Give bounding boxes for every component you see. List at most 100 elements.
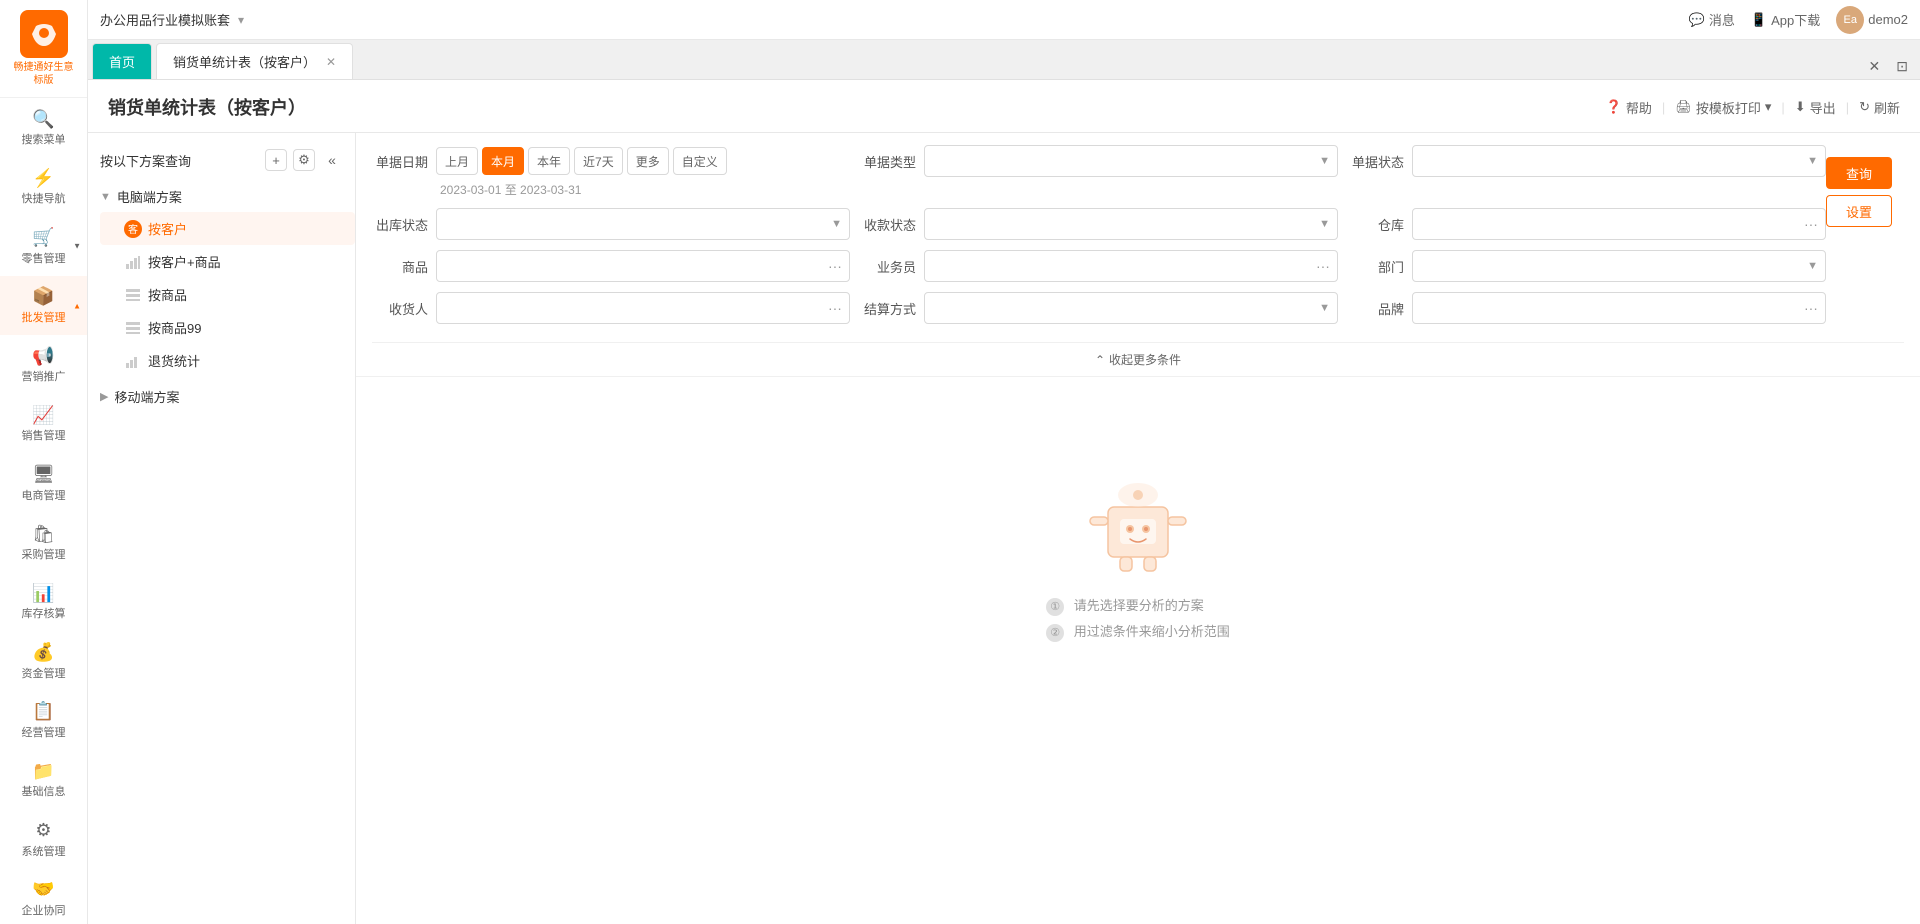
- template-print-label: 按模板打印: [1696, 98, 1761, 117]
- sidebar-item-search[interactable]: 🔍 搜索菜单: [0, 98, 87, 157]
- page-content: 销货单统计表（按客户） ❓ 帮助 | 🖨 按模板打印 ▾ | ⬇ 导出 |: [88, 80, 1920, 924]
- collab-icon: 🤝: [33, 879, 55, 901]
- warehouse-dots-icon[interactable]: ···: [1804, 216, 1818, 232]
- collapse-bar: ⌃ 收起更多条件: [372, 342, 1904, 376]
- brand-input[interactable]: [1412, 292, 1826, 324]
- group-expand-icon-mobile: ▶: [100, 390, 108, 403]
- sidebar-item-label: 销售管理: [22, 429, 66, 443]
- sidebar-item-inventory[interactable]: 📊 库存核算: [0, 572, 87, 631]
- scheme-item-by-goods99[interactable]: 按商品99: [100, 311, 355, 344]
- consignee-dots-icon[interactable]: ···: [828, 300, 842, 316]
- filter-rows-container: 单据日期 上月 本月 本年 近7天 更多 自定义: [372, 145, 1826, 334]
- filter-cell-salesman: 业务员 ···: [860, 250, 1338, 282]
- tab-close-button[interactable]: ✕: [1865, 54, 1885, 79]
- scheme-item-returns[interactable]: 退货统计: [100, 344, 355, 377]
- consignee-input[interactable]: [436, 292, 850, 324]
- dept-select-wrapper: ▼: [1412, 250, 1826, 282]
- page-actions: ❓ 帮助 | 🖨 按模板打印 ▾ | ⬇ 导出 | ↻ 刷新: [1606, 98, 1900, 117]
- payment-select[interactable]: [924, 208, 1338, 240]
- collapse-scheme-button[interactable]: «: [321, 149, 343, 171]
- sidebar-item-collab[interactable]: 🤝 企业协同: [0, 869, 87, 924]
- scheme-group-pc: ▼ 电脑端方案 客 按客户 按客户+商品: [88, 181, 355, 377]
- scheme-customer-goods-icon: [124, 253, 142, 271]
- sidebar-item-label: 电商管理: [22, 489, 66, 503]
- tab-home[interactable]: 首页: [92, 43, 152, 79]
- scheme-panel-header: 按以下方案查询 + ⚙ «: [88, 143, 355, 177]
- query-button[interactable]: 查询: [1826, 157, 1892, 189]
- brand-dots-icon[interactable]: ···: [1804, 300, 1818, 316]
- user-profile-button[interactable]: Ea demo2: [1836, 6, 1908, 34]
- help-button[interactable]: ❓ 帮助: [1606, 98, 1652, 117]
- sidebar-nav: 🔍 搜索菜单 ⚡ 快捷导航 🛒 零售管理 📦 批发管理 📢 营销推广 📈 销售管…: [0, 98, 87, 924]
- tab-restore-button[interactable]: ⊡: [1892, 54, 1912, 79]
- filter-cell-consignee: 收货人 ···: [372, 292, 850, 324]
- sidebar-item-marketing[interactable]: 📢 营销推广: [0, 335, 87, 394]
- print-icon: 🖨: [1675, 99, 1692, 115]
- export-button[interactable]: ⬇ 导出: [1795, 98, 1836, 117]
- date-btn-more[interactable]: 更多: [627, 147, 669, 175]
- app-download-button[interactable]: 📱 App下载: [1751, 10, 1820, 29]
- sidebar-item-wholesale[interactable]: 📦 批发管理: [0, 276, 87, 335]
- refresh-button[interactable]: ↻ 刷新: [1859, 98, 1900, 117]
- collapse-button[interactable]: ⌃ 收起更多条件: [1095, 351, 1181, 368]
- scheme-group-pc-header[interactable]: ▼ 电脑端方案: [88, 181, 355, 212]
- scheme-group-mobile-header[interactable]: ▶ 移动端方案: [88, 381, 355, 412]
- type-select[interactable]: [924, 145, 1338, 177]
- warehouse-input[interactable]: [1412, 208, 1826, 240]
- tab-close-icon[interactable]: ✕: [326, 55, 336, 69]
- date-btn-last-month[interactable]: 上月: [436, 147, 478, 175]
- empty-illustration: [1078, 457, 1198, 577]
- sidebar-item-label: 资金管理: [22, 667, 66, 681]
- tabs-bar: 首页 销货单统计表（按客户） ✕ ✕ ⊡: [88, 40, 1920, 80]
- message-button[interactable]: 💬 消息: [1689, 10, 1735, 29]
- salesman-input[interactable]: [924, 250, 1338, 282]
- sidebar-item-sales[interactable]: 📈 销售管理: [0, 394, 87, 453]
- sidebar-item-label: 库存核算: [22, 607, 66, 621]
- salesman-dots-icon[interactable]: ···: [1316, 258, 1330, 274]
- scheme-goods99-icon: [124, 319, 142, 337]
- goods-input[interactable]: [436, 250, 850, 282]
- status-select[interactable]: [1412, 145, 1826, 177]
- refresh-icon: ↻: [1859, 99, 1870, 115]
- sidebar-item-purchase[interactable]: 🛍 采购管理: [0, 513, 87, 572]
- delivery-select[interactable]: [436, 208, 850, 240]
- settlement-select[interactable]: [924, 292, 1338, 324]
- template-print-button[interactable]: 🖨 按模板打印 ▾: [1675, 98, 1771, 117]
- sidebar-logo: 畅捷通好生意 标版: [0, 0, 87, 98]
- filter-cell-warehouse: 仓库 ···: [1348, 208, 1826, 240]
- dept-select[interactable]: [1412, 250, 1826, 282]
- sidebar-item-label: 批发管理: [22, 311, 66, 325]
- basics-icon: 📁: [33, 760, 55, 782]
- app-logo-icon[interactable]: [20, 10, 68, 58]
- sidebar-item-basics[interactable]: 📁 基础信息: [0, 750, 87, 809]
- date-btn-this-year[interactable]: 本年: [528, 147, 570, 175]
- scheme-item-by-goods[interactable]: 按商品: [100, 278, 355, 311]
- goods-dots-icon[interactable]: ···: [828, 258, 842, 274]
- scheme-goods-icon: [124, 286, 142, 304]
- setting-button[interactable]: 设置: [1826, 195, 1892, 227]
- add-scheme-button[interactable]: +: [265, 149, 287, 171]
- print-arrow-icon: ▾: [1765, 99, 1772, 115]
- scheme-item-by-customer-goods[interactable]: 按客户+商品: [100, 245, 355, 278]
- sidebar-item-system[interactable]: ⚙ 系统管理: [0, 810, 87, 869]
- user-name: demo2: [1868, 12, 1908, 27]
- sidebar-item-retail[interactable]: 🛒 零售管理: [0, 217, 87, 276]
- tab-sales-stat[interactable]: 销货单统计表（按客户） ✕: [156, 43, 353, 79]
- help-icon: ❓: [1606, 99, 1622, 115]
- date-btn-7days[interactable]: 近7天: [574, 147, 623, 175]
- sidebar-item-operations[interactable]: 📋 经营管理: [0, 691, 87, 750]
- date-btn-custom[interactable]: 自定义: [673, 147, 727, 175]
- scheme-item-label: 退货统计: [148, 351, 343, 370]
- sidebar-item-finance[interactable]: 💰 资金管理: [0, 632, 87, 691]
- title-dropdown-icon[interactable]: ▾: [238, 13, 244, 27]
- delivery-select-wrapper: ▼: [436, 208, 850, 240]
- filter-cell-delivery: 出库状态 ▼: [372, 208, 850, 240]
- ecommerce-icon: 🖥: [33, 464, 55, 486]
- sidebar-item-quicknav[interactable]: ⚡ 快捷导航: [0, 157, 87, 216]
- settings-scheme-button[interactable]: ⚙: [293, 149, 315, 171]
- date-btn-this-month[interactable]: 本月: [482, 147, 524, 175]
- scheme-group-pc-items: 客 按客户 按客户+商品: [88, 212, 355, 377]
- scheme-item-by-customer[interactable]: 客 按客户: [100, 212, 355, 245]
- scheme-group-mobile: ▶ 移动端方案: [88, 381, 355, 412]
- sidebar-item-ecommerce[interactable]: 🖥 电商管理: [0, 454, 87, 513]
